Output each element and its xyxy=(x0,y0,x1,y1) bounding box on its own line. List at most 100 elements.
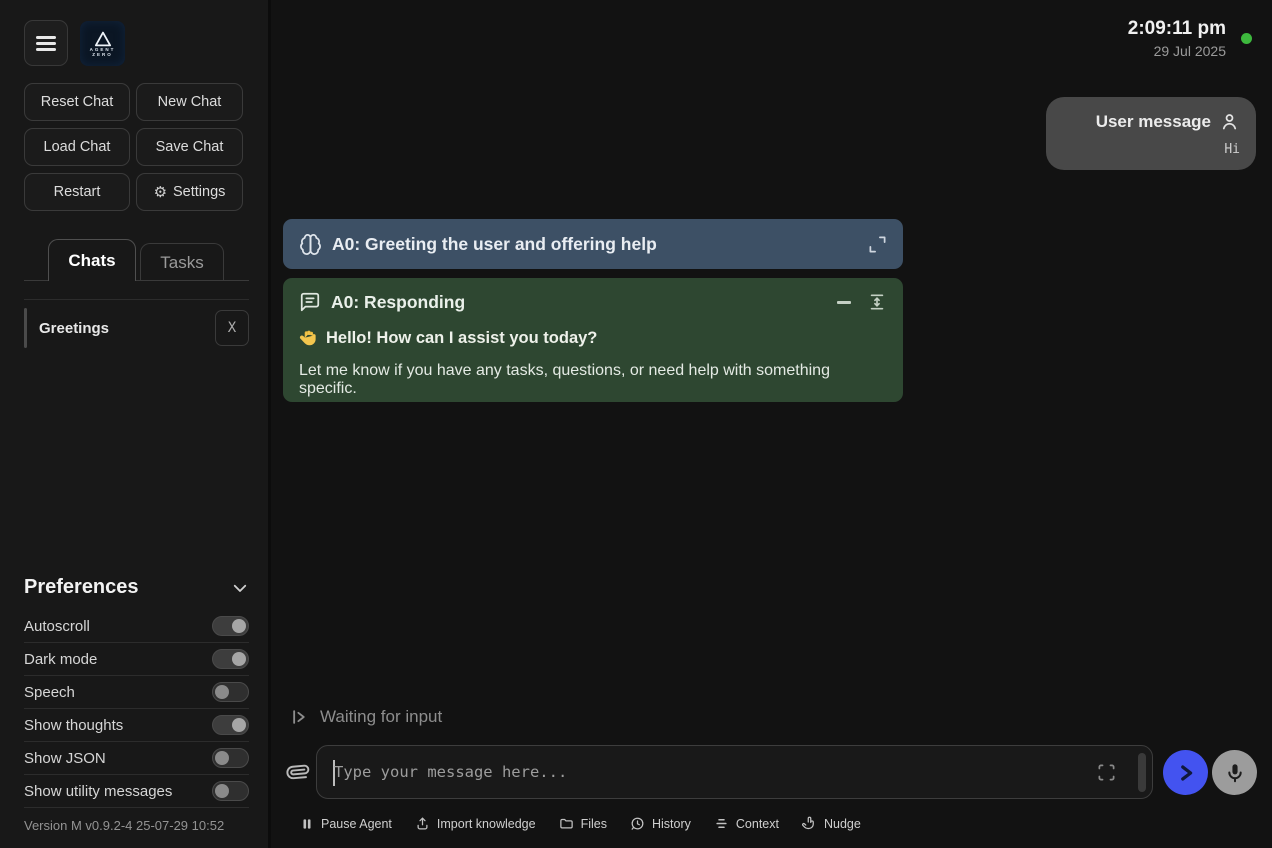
agent-zero-app: AGENT ZERO Reset Chat New Chat Load Chat… xyxy=(0,0,1272,848)
tool-label: History xyxy=(651,816,691,831)
sidebar: AGENT ZERO Reset Chat New Chat Load Chat… xyxy=(0,0,271,848)
pref-label: Autoscroll xyxy=(24,617,90,635)
tool-label: Import knowledge xyxy=(436,816,536,831)
message-input[interactable] xyxy=(334,746,1104,798)
upload-icon xyxy=(417,817,428,830)
pref-row-show-utility: Show utility messages xyxy=(24,775,249,808)
logo-word-2: ZERO xyxy=(92,51,113,57)
clock: 2:09:11 pm 29 Jul 2025 xyxy=(1128,18,1226,59)
pref-label: Show JSON xyxy=(24,749,106,767)
pref-label: Dark mode xyxy=(24,650,98,668)
tab-tasks[interactable]: Tasks xyxy=(140,243,224,281)
context-lines-icon xyxy=(716,819,727,828)
restart-button[interactable]: Restart xyxy=(24,173,130,211)
user-icon xyxy=(1222,114,1237,130)
microphone-button[interactable] xyxy=(1212,750,1257,795)
speech-toggle[interactable] xyxy=(212,682,249,702)
tool-label: Pause Agent xyxy=(321,816,392,831)
agent-status: Waiting for input xyxy=(290,707,442,727)
autoscroll-toggle[interactable] xyxy=(212,616,249,636)
current-date: 29 Jul 2025 xyxy=(1153,43,1226,59)
fullscreen-icon[interactable] xyxy=(1097,763,1116,782)
chat-item-close-button[interactable]: X xyxy=(215,310,249,346)
agent-response-title: A0: Responding xyxy=(331,291,466,312)
logo-triangle-icon xyxy=(94,31,111,46)
pref-row-speech: Speech xyxy=(24,676,249,709)
hamburger-icon xyxy=(36,33,56,54)
user-message-bubble: User message Hi xyxy=(1046,97,1256,170)
chat-item-accent xyxy=(24,308,27,348)
message-square-icon xyxy=(300,292,320,312)
send-arrow-icon xyxy=(1180,764,1192,781)
version-text: Version M v0.9.2-4 25-07-29 10:52 xyxy=(24,818,225,833)
message-input-container xyxy=(316,745,1153,799)
chat-list-separator xyxy=(24,299,249,300)
pref-row-dark-mode: Dark mode xyxy=(24,643,249,676)
save-chat-button[interactable]: Save Chat xyxy=(136,128,243,166)
import-knowledge-button[interactable]: Import knowledge xyxy=(415,816,536,831)
tabs-underline-right xyxy=(136,280,249,281)
pause-icon xyxy=(303,818,311,829)
attach-file-button[interactable] xyxy=(286,757,310,787)
tab-chats[interactable]: Chats xyxy=(48,239,136,281)
pref-row-show-json: Show JSON xyxy=(24,742,249,775)
tabs-underline-left xyxy=(24,280,48,281)
paperclip-icon xyxy=(286,764,310,780)
history-icon xyxy=(631,817,644,830)
preferences-title: Preferences xyxy=(24,576,139,598)
agent-zero-logo: AGENT ZERO xyxy=(80,21,125,66)
user-message-title: User message xyxy=(1095,111,1211,131)
show-thoughts-toggle[interactable] xyxy=(212,715,249,735)
preferences-list: Autoscroll Dark mode Speech Show thought… xyxy=(24,610,249,808)
current-time: 2:09:11 pm xyxy=(1127,18,1226,39)
reset-chat-button[interactable]: Reset Chat xyxy=(24,83,130,121)
agent-thought-title: A0: Greeting the user and offering help xyxy=(332,233,657,254)
pref-row-autoscroll: Autoscroll xyxy=(24,610,249,643)
folder-icon xyxy=(559,818,573,829)
files-button[interactable]: Files xyxy=(559,816,607,831)
send-button[interactable] xyxy=(1163,750,1208,795)
input-scrollbar[interactable] xyxy=(1138,753,1146,792)
gear-icon: ⚙ xyxy=(153,184,168,201)
pointer-hand-icon xyxy=(801,816,814,830)
user-message-text: Hi xyxy=(1224,142,1240,157)
load-chat-button[interactable]: Load Chat xyxy=(24,128,130,166)
pref-label: Show utility messages xyxy=(24,782,173,800)
settings-label: Settings xyxy=(173,184,226,200)
agent-response-line2: Let me know if you have any tasks, quest… xyxy=(299,362,830,397)
bottom-toolbar: Pause Agent Import knowledge Files Histo… xyxy=(300,816,861,831)
pref-label: Show thoughts xyxy=(24,716,124,734)
show-utility-toggle[interactable] xyxy=(212,781,249,801)
preferences-header[interactable]: Preferences xyxy=(24,576,249,599)
tool-label: Files xyxy=(580,816,607,831)
show-json-toggle[interactable] xyxy=(212,748,249,768)
pref-label: Speech xyxy=(24,683,75,701)
context-button[interactable]: Context xyxy=(714,816,779,831)
agent-thought-message: A0: Greeting the user and offering help xyxy=(283,219,903,269)
history-button[interactable]: History xyxy=(630,816,691,831)
pause-agent-button[interactable]: Pause Agent xyxy=(300,816,392,831)
minimize-icon[interactable] xyxy=(837,300,851,304)
agent-status-text: Waiting for input xyxy=(320,707,443,726)
waiting-input-icon xyxy=(293,710,305,724)
tool-label: Context xyxy=(735,816,779,831)
chevron-down-icon xyxy=(233,584,247,592)
tool-label: Nudge xyxy=(823,816,861,831)
connection-status-dot xyxy=(1241,33,1252,44)
unfold-vertical-icon[interactable] xyxy=(867,292,887,312)
agent-response-message: A0: Responding Hello! How can I assist y… xyxy=(283,278,903,402)
chat-list-item-greetings[interactable]: Greetings X xyxy=(24,306,249,350)
new-chat-button[interactable]: New Chat xyxy=(136,83,243,121)
agent-response-line1: Hello! How can I assist you today? xyxy=(326,329,598,347)
chat-item-title: Greetings xyxy=(39,319,110,337)
expand-icon[interactable] xyxy=(868,235,887,254)
chat-actions: Reset Chat New Chat Load Chat Save Chat … xyxy=(24,83,243,211)
dark-mode-toggle[interactable] xyxy=(212,649,249,669)
pref-row-show-thoughts: Show thoughts xyxy=(24,709,249,742)
wave-emoji-icon xyxy=(299,330,316,346)
microphone-icon xyxy=(1227,763,1242,782)
nudge-button[interactable]: Nudge xyxy=(801,816,861,831)
brain-icon xyxy=(300,233,321,255)
hamburger-menu-button[interactable] xyxy=(24,20,68,66)
settings-button[interactable]: ⚙ Settings xyxy=(136,173,243,211)
